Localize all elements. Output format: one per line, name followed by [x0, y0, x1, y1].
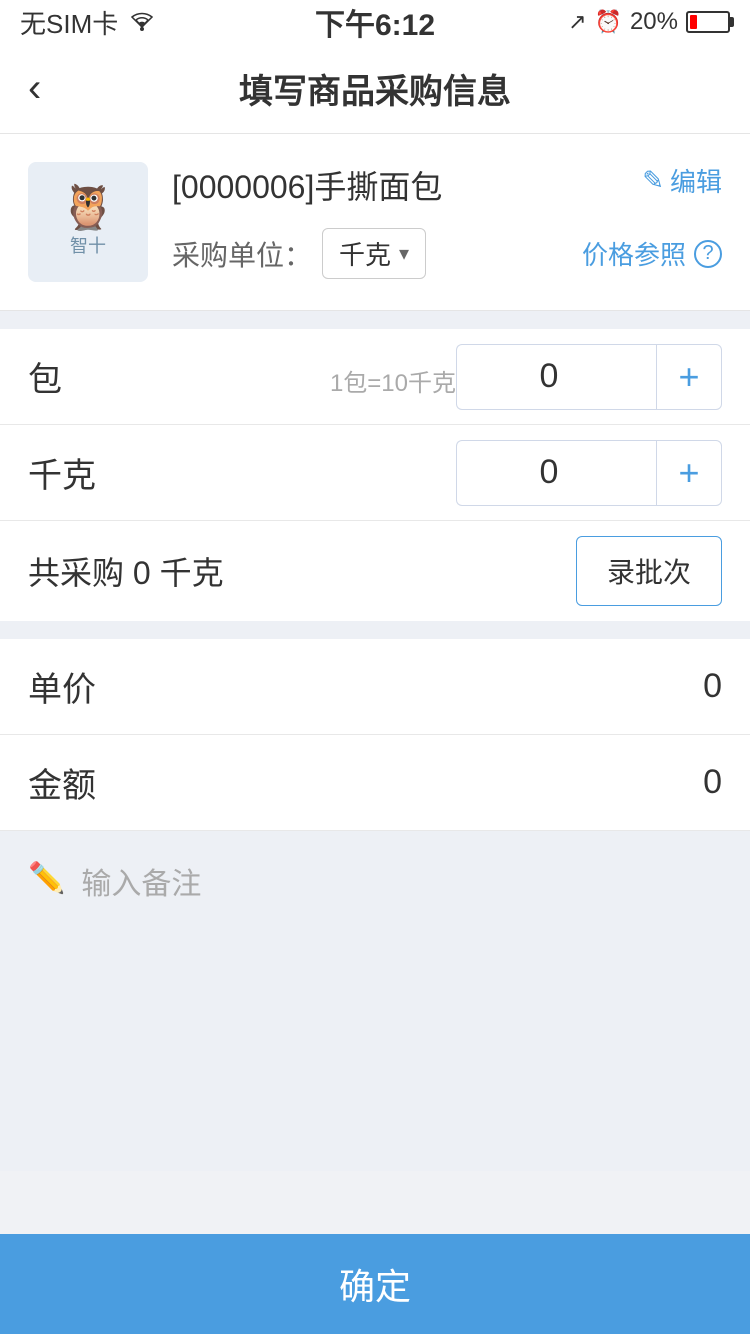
status-bar: 无SIM卡 下午6:12 ↗ ⏰ 20% [0, 0, 750, 44]
quantity-input-section: 包 1包=10千克 + 千克 + [0, 329, 750, 521]
kg-input-container: + [456, 440, 722, 506]
product-image: 🦉 智十 [28, 162, 148, 282]
unit-price-label: 单价 [28, 662, 96, 711]
status-time: 下午6:12 [315, 0, 435, 44]
edit-icon: ✎ [642, 165, 664, 196]
product-card: 🦉 智十 [0000006]手撕面包 ✎ 编辑 采购单位： 千克 ▾ [0, 134, 750, 311]
product-logo-icon: 🦉 [61, 186, 116, 230]
kg-plus-button[interactable]: + [656, 440, 722, 506]
location-icon: ↗ [568, 9, 586, 35]
note-section[interactable]: ✏️ 输入备注 [0, 831, 750, 1171]
product-info: [0000006]手撕面包 ✎ 编辑 采购单位： 千克 ▾ 价格参照 ? [172, 162, 722, 279]
back-button[interactable]: ‹ [28, 66, 41, 111]
alarm-icon: ⏰ [595, 9, 622, 35]
status-right-group: ↗ ⏰ 20% [568, 8, 730, 36]
bag-conversion-label: 1包=10千克 [330, 363, 456, 398]
amount-value: 0 [703, 763, 722, 802]
batch-record-button[interactable]: 录批次 [576, 536, 722, 606]
edit-button[interactable]: ✎ 编辑 [642, 162, 722, 199]
battery-percent: 20% [630, 8, 678, 36]
unit-select[interactable]: 千克 ▾ [322, 228, 426, 279]
section-divider-2 [0, 621, 750, 639]
summary-row: 共采购 0 千克 录批次 [0, 521, 750, 621]
bag-input-container: + [456, 344, 722, 410]
unit-value: 千克 [339, 235, 391, 272]
wifi-icon [128, 7, 156, 38]
kg-input-row: 千克 + [0, 425, 750, 521]
amount-label: 金额 [28, 758, 96, 807]
bag-label: 包 [28, 352, 320, 401]
status-carrier: 无SIM卡 [20, 4, 156, 41]
section-divider-1 [0, 311, 750, 329]
battery-icon [686, 11, 730, 33]
bag-input-row: 包 1包=10千克 + [0, 329, 750, 425]
kg-quantity-input[interactable] [456, 440, 656, 506]
unit-price-row: 单价 0 [0, 639, 750, 735]
unit-label: 采购单位： [172, 234, 312, 274]
total-purchase-text: 共采购 0 千克 [28, 548, 224, 594]
dropdown-arrow-icon: ▾ [399, 241, 409, 266]
nav-bar: ‹ 填写商品采购信息 [0, 44, 750, 134]
bag-quantity-input[interactable] [456, 344, 656, 410]
note-placeholder: 输入备注 [81, 859, 201, 903]
price-section: 单价 0 金额 0 [0, 639, 750, 831]
carrier-text: 无SIM卡 [20, 4, 118, 41]
page-title: 填写商品采购信息 [239, 64, 511, 113]
confirm-button[interactable]: 确定 [0, 1234, 750, 1334]
unit-price-value: 0 [703, 667, 722, 706]
amount-row: 金额 0 [0, 735, 750, 831]
pencil-icon: ✏️ [28, 861, 65, 896]
product-logo-text: 智十 [61, 232, 116, 258]
help-icon: ? [694, 240, 722, 268]
price-reference-button[interactable]: 价格参照 ? [582, 235, 722, 272]
bag-plus-button[interactable]: + [656, 344, 722, 410]
kg-label: 千克 [28, 448, 456, 497]
product-name: [0000006]手撕面包 [172, 162, 626, 208]
